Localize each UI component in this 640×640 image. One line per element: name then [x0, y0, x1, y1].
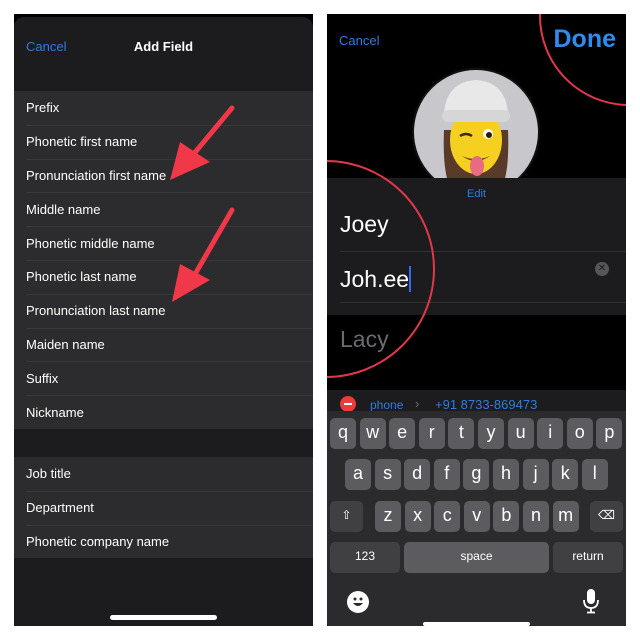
phone-label[interactable]: phone	[370, 398, 403, 412]
last-name-field[interactable]: Lacy	[340, 326, 389, 353]
key-f[interactable]: f	[433, 459, 460, 490]
memoji-icon	[442, 80, 510, 194]
home-indicator	[423, 622, 530, 626]
key-h[interactable]: h	[493, 459, 519, 490]
key-p[interactable]: p	[596, 418, 623, 449]
space-key[interactable]: space	[404, 542, 549, 573]
key-v[interactable]: v	[463, 501, 490, 532]
key-e[interactable]: e	[389, 418, 416, 449]
key-x[interactable]: x	[404, 501, 431, 532]
key-u[interactable]: u	[507, 418, 534, 449]
remove-phone-icon[interactable]	[340, 396, 356, 412]
keyboard: qwertyuiop asdfghjkl zxcvbnm 123 space ret…	[327, 411, 626, 626]
clear-text-icon[interactable]: ✕	[595, 262, 609, 276]
done-button[interactable]: Done	[554, 25, 617, 54]
annotation-arrow-icon	[172, 207, 235, 302]
field-option-maiden-name[interactable]: Maiden name	[14, 327, 313, 362]
key-j[interactable]: j	[522, 459, 549, 490]
field-option-department[interactable]: Department	[14, 490, 313, 525]
chevron-right-icon: ›	[415, 396, 420, 411]
page-title: Add Field	[133, 39, 194, 54]
shift-key[interactable]: ⇧	[330, 501, 363, 532]
delete-key[interactable]: ⌫	[590, 501, 623, 532]
key-y[interactable]: y	[478, 418, 504, 449]
key-k[interactable]: k	[552, 459, 579, 490]
work-fields-group: Job title Department Phonetic company na…	[14, 457, 313, 559]
first-name-field[interactable]: Joey	[340, 211, 389, 238]
key-q[interactable]: q	[330, 418, 356, 449]
field-option-nickname[interactable]: Nickname	[14, 395, 313, 429]
divider	[340, 302, 626, 303]
contact-avatar[interactable]	[412, 68, 540, 196]
edit-contact-screen: Cancel Done Joey Joh.ee Lacy Edit ✕ phon…	[327, 14, 626, 626]
pronunciation-first-name-field[interactable]: Joh.ee	[340, 266, 412, 293]
home-indicator	[110, 615, 217, 620]
key-g[interactable]: g	[463, 459, 490, 490]
key-s[interactable]: s	[374, 459, 401, 490]
cancel-button[interactable]: Cancel	[339, 33, 379, 48]
key-d[interactable]: d	[404, 459, 431, 490]
annotation-arrow-icon	[170, 105, 235, 180]
nav-bar: Cancel Add Field	[14, 17, 313, 72]
phone-number-field[interactable]: +91 8733-869473	[435, 397, 537, 412]
key-o[interactable]: o	[566, 418, 593, 449]
field-value: Joh.ee	[340, 266, 410, 292]
key-w[interactable]: w	[359, 418, 386, 449]
key-l[interactable]: l	[581, 459, 608, 490]
emoji-icon[interactable]	[347, 591, 369, 613]
key-i[interactable]: i	[537, 418, 564, 449]
key-a[interactable]: a	[345, 459, 371, 490]
add-field-screen: Cancel Add Field Prefix Phonetic first n…	[14, 14, 313, 626]
numbers-key[interactable]: 123	[330, 542, 400, 573]
key-m[interactable]: m	[552, 501, 579, 532]
edit-photo-link[interactable]: Edit	[327, 188, 626, 200]
key-z[interactable]: z	[375, 501, 401, 532]
field-option-job-title[interactable]: Job title	[14, 457, 313, 491]
key-r[interactable]: r	[418, 418, 445, 449]
microphone-icon[interactable]	[583, 588, 599, 614]
key-t[interactable]: t	[448, 418, 475, 449]
field-option-phonetic-company-name[interactable]: Phonetic company name	[14, 524, 313, 559]
key-b[interactable]: b	[493, 501, 520, 532]
key-n[interactable]: n	[523, 501, 549, 532]
key-c[interactable]: c	[434, 501, 461, 532]
text-cursor	[409, 266, 412, 292]
return-key[interactable]: return	[553, 542, 623, 573]
field-option-suffix[interactable]: Suffix	[14, 361, 313, 395]
divider	[340, 251, 626, 252]
